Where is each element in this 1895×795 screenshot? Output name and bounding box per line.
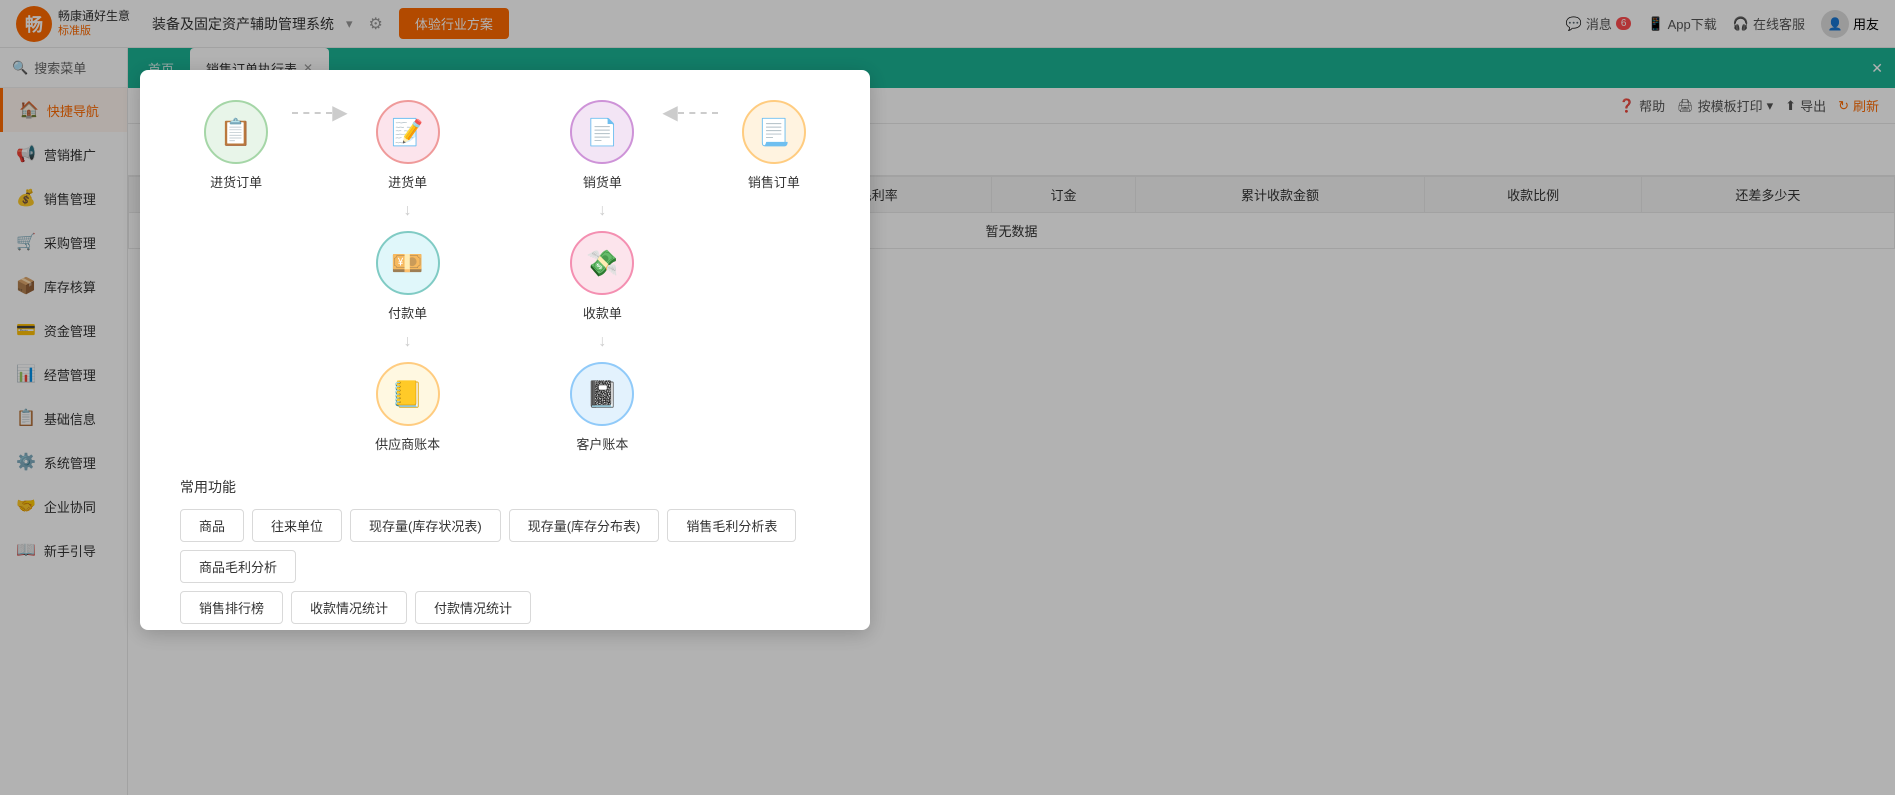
flow-node-purchase-order[interactable]: 📋 进货订单 bbox=[180, 100, 292, 191]
supplier-ledger-circle: 📒 bbox=[376, 362, 440, 426]
func-btn-stock-status[interactable]: 现存量(库存状况表) bbox=[350, 509, 501, 542]
flow-node-purchase[interactable]: 📝 进货单 bbox=[348, 100, 468, 191]
func-btn-payment-stats[interactable]: 付款情况统计 bbox=[415, 591, 531, 624]
func-btn-sales-rank[interactable]: 销售排行榜 bbox=[180, 591, 283, 624]
sales-bill-icon: 📄 bbox=[586, 117, 618, 148]
purchase-order-icon: 📋 bbox=[220, 117, 252, 148]
arrow-v4: ↓ bbox=[598, 330, 606, 354]
payment-circle: 💴 bbox=[376, 231, 440, 295]
purchase-order-label: 进货订单 bbox=[210, 172, 262, 191]
func-buttons-row1: 商品 往来单位 现存量(库存状况表) 现存量(库存分布表) 销售毛利分析表 商品… bbox=[180, 509, 830, 583]
sales-col: 📄 销货单 ↓ 💸 收款单 ↓ bbox=[542, 100, 662, 453]
flow-node-sales-order[interactable]: 📃 销售订单 bbox=[718, 100, 830, 191]
purchase-label: 进货单 bbox=[388, 172, 427, 191]
flow-node-sales-bill[interactable]: 📄 销货单 bbox=[542, 100, 662, 191]
supplier-ledger-label: 供应商账本 bbox=[375, 434, 440, 453]
common-functions: 常用功能 商品 往来单位 现存量(库存状况表) 现存量(库存分布表) 销售毛利分… bbox=[180, 477, 830, 624]
sales-order-icon: 📃 bbox=[758, 117, 790, 148]
customer-ledger-icon: 📓 bbox=[586, 379, 618, 410]
flow-diagram: 📋 进货订单 ▶ 📝 进货单 bbox=[180, 100, 830, 453]
receipt-circle: 💸 bbox=[570, 231, 634, 295]
flow-node-payment[interactable]: 💴 付款单 bbox=[348, 231, 468, 322]
sales-order-circle: 📃 bbox=[742, 100, 806, 164]
payment-icon: 💴 bbox=[391, 248, 423, 279]
func-btn-stock-dist[interactable]: 现存量(库存分布表) bbox=[509, 509, 660, 542]
receipt-label: 收款单 bbox=[583, 303, 622, 322]
func-btn-receipt-stats[interactable]: 收款情况统计 bbox=[291, 591, 407, 624]
receipt-icon: 💸 bbox=[586, 248, 618, 279]
customer-ledger-label: 客户账本 bbox=[576, 434, 628, 453]
arrow-h2: ◀ bbox=[662, 100, 717, 153]
arrow-h1: ▶ bbox=[292, 100, 347, 153]
func-btn-sales-profit[interactable]: 销售毛利分析表 bbox=[667, 509, 796, 542]
flow-node-customer-ledger[interactable]: 📓 客户账本 bbox=[542, 362, 662, 453]
func-btn-partners[interactable]: 往来单位 bbox=[252, 509, 342, 542]
purchase-circle: 📝 bbox=[376, 100, 440, 164]
popup: 📋 进货订单 ▶ 📝 进货单 bbox=[140, 70, 870, 630]
purchase-col: 📝 进货单 ↓ 💴 付款单 ↓ bbox=[348, 100, 468, 453]
purchase-order-circle: 📋 bbox=[204, 100, 268, 164]
flow-node-receipt[interactable]: 💸 收款单 bbox=[542, 231, 662, 322]
func-buttons-row2: 销售排行榜 收款情况统计 付款情况统计 bbox=[180, 591, 830, 624]
sales-bill-label: 销货单 bbox=[583, 172, 622, 191]
supplier-ledger-icon: 📒 bbox=[391, 379, 423, 410]
arrow-v3: ↓ bbox=[404, 330, 412, 354]
purchase-icon: 📝 bbox=[391, 117, 423, 148]
func-btn-goods[interactable]: 商品 bbox=[180, 509, 244, 542]
arrow-v1: ↓ bbox=[404, 199, 412, 223]
sales-bill-circle: 📄 bbox=[570, 100, 634, 164]
payment-label: 付款单 bbox=[388, 303, 427, 322]
popup-content: 📋 进货订单 ▶ 📝 进货单 bbox=[140, 70, 870, 630]
common-functions-title: 常用功能 bbox=[180, 477, 830, 497]
flow-node-supplier-ledger[interactable]: 📒 供应商账本 bbox=[348, 362, 468, 453]
arrow-v2: ↓ bbox=[598, 199, 606, 223]
popup-overlay[interactable]: 📋 进货订单 ▶ 📝 进货单 bbox=[0, 0, 1895, 795]
customer-ledger-circle: 📓 bbox=[570, 362, 634, 426]
sales-order-label: 销售订单 bbox=[748, 172, 800, 191]
func-btn-goods-profit[interactable]: 商品毛利分析 bbox=[180, 550, 296, 583]
